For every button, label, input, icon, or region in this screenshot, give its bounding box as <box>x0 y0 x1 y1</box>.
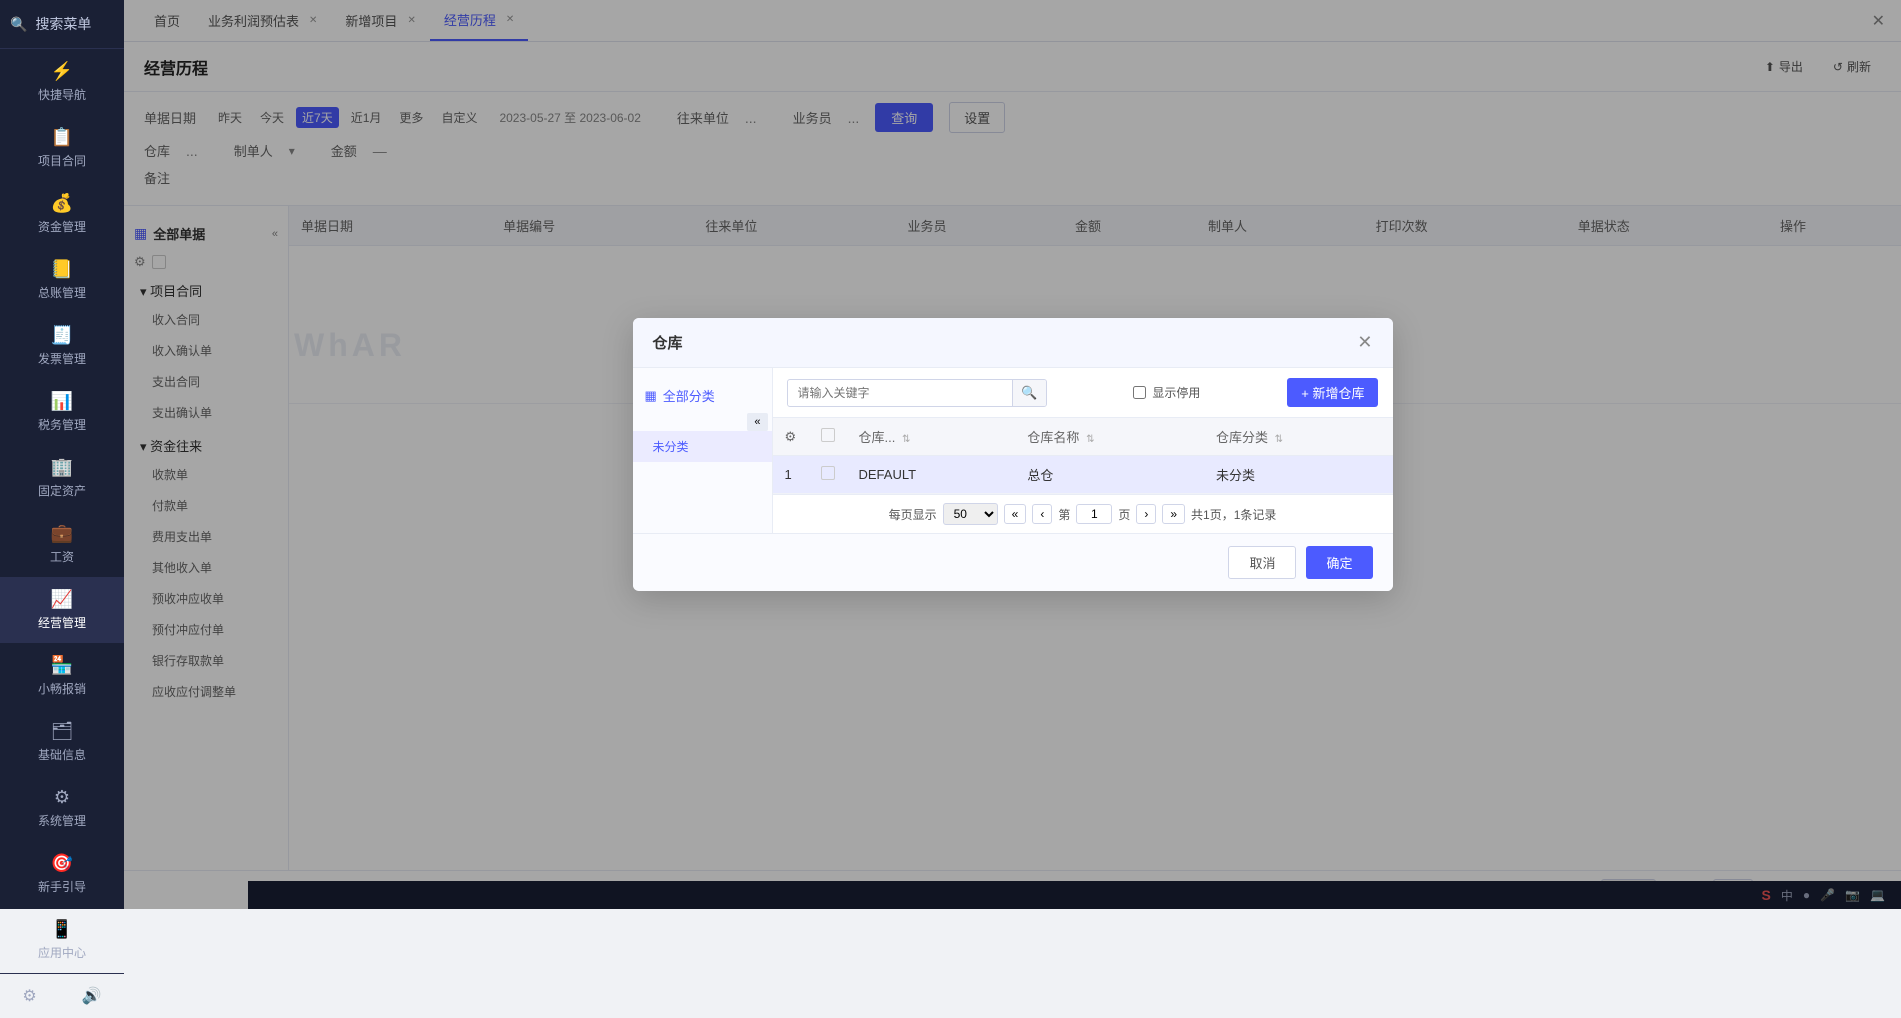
fund-management-icon: 💰 <box>51 193 73 214</box>
modal-search-wrap: 🔍 <box>787 379 1047 407</box>
modal-left-panel: ▦ 全部分类 « 未分类 <box>633 368 773 533</box>
modal-page-next[interactable]: › <box>1136 504 1156 524</box>
collapse-modal-left-btn[interactable]: « <box>747 413 767 431</box>
operations-mgmt-icon: 📈 <box>51 589 73 610</box>
modal-table: ⚙ 仓库... ⇅ <box>773 418 1393 494</box>
cancel-button[interactable]: 取消 <box>1228 546 1296 579</box>
modal-col-category: 仓库分类 ⇅ <box>1204 418 1393 456</box>
modal-body: ▦ 全部分类 « 未分类 🔍 <box>633 368 1393 533</box>
sidebar: 🔍 搜索菜单 ⚡ 快捷导航 📋 项目合同 💰 资金管理 📒 总账管理 🧾 发票管… <box>0 0 124 909</box>
modal-per-page-label: 每页显示 <box>889 506 937 523</box>
fixed-assets-icon: 🏢 <box>51 457 73 478</box>
row-checkbox-1[interactable] <box>821 466 835 480</box>
sidebar-item-project-contract[interactable]: 📋 项目合同 <box>0 115 124 181</box>
confirm-button[interactable]: 确定 <box>1306 546 1372 579</box>
row-category: 未分类 <box>1204 456 1393 494</box>
modal-total-text: 共1页，1条记录 <box>1191 506 1276 523</box>
sort-icon-code[interactable]: ⇅ <box>902 434 910 445</box>
row-num: 1 <box>773 456 809 494</box>
app-center-icon: 📱 <box>51 919 73 940</box>
modal-footer: 取消 确定 <box>633 533 1393 591</box>
modal-pagination: 每页显示 50 100 « ‹ 第 页 › » 共1页，1条记录 <box>773 494 1393 533</box>
sort-icon-category[interactable]: ⇅ <box>1275 434 1283 445</box>
payroll-icon: 💼 <box>51 523 73 544</box>
quick-nav-icon: ⚡ <box>51 61 73 82</box>
sidebar-item-newcomer-guide[interactable]: 🎯 新手引导 <box>0 841 124 907</box>
modal-search-input[interactable] <box>788 381 1013 405</box>
newcomer-guide-icon: 🎯 <box>51 853 73 874</box>
row-check[interactable] <box>809 456 847 494</box>
modal-close-button[interactable]: ✕ <box>1357 332 1372 353</box>
modal-page-first[interactable]: « <box>1004 504 1027 524</box>
basic-info-icon: 🗂 <box>51 721 74 742</box>
sidebar-bottom: ⚙ 🔊 <box>0 973 124 1018</box>
modal-col-name: 仓库名称 ⇅ <box>1015 418 1204 456</box>
show-disabled-label: 显示停用 <box>1152 384 1200 401</box>
modal-table-wrap: ⚙ 仓库... ⇅ <box>773 418 1393 494</box>
settings-icon[interactable]: ⚙ <box>22 986 36 1006</box>
table-row[interactable]: 1 DEFAULT 总仓 未分类 <box>773 456 1393 494</box>
row-name: 总仓 <box>1015 456 1204 494</box>
modal-page-prev[interactable]: ‹ <box>1032 504 1052 524</box>
modal-page-input[interactable] <box>1076 504 1112 524</box>
sidebar-search[interactable]: 🔍 搜索菜单 <box>0 0 124 49</box>
modal-table-header-row: ⚙ 仓库... ⇅ <box>773 418 1393 456</box>
modal-all-categories[interactable]: ▦ 全部分类 <box>633 378 772 413</box>
grid-icon-modal: ▦ <box>645 388 657 404</box>
modal-overlay: 仓库 ✕ ▦ 全部分类 « 未分类 <box>124 0 1901 909</box>
main-content: 首页 业务利润预估表 ✕ 新增项目 ✕ 经营历程 ✕ ✕ 经营历程 ⬆ 导出 ↺… <box>124 0 1901 909</box>
modal-toolbar: 🔍 显示停用 + 新增仓库 <box>773 368 1393 418</box>
gear-icon-table: ⚙ <box>785 429 797 444</box>
invoice-management-icon: 🧾 <box>51 325 73 346</box>
sidebar-item-payroll[interactable]: 💼 工资 <box>0 511 124 577</box>
modal-col-check <box>809 418 847 456</box>
sidebar-item-basic-info[interactable]: 🗂 基础信息 <box>0 709 124 775</box>
select-all-checkbox[interactable] <box>821 428 835 442</box>
sidebar-item-quick-nav[interactable]: ⚡ 快捷导航 <box>0 49 124 115</box>
show-disabled-checkbox[interactable] <box>1133 386 1146 399</box>
modal-search-button[interactable]: 🔍 <box>1012 380 1045 406</box>
modal-page-last[interactable]: » <box>1162 504 1185 524</box>
modal-per-page-select[interactable]: 50 100 <box>943 503 998 525</box>
modal-left-item-uncategorized[interactable]: 未分类 <box>633 431 772 462</box>
add-warehouse-button[interactable]: + 新增仓库 <box>1287 378 1378 407</box>
sidebar-item-fund-management[interactable]: 💰 资金管理 <box>0 181 124 247</box>
sidebar-item-operations-mgmt[interactable]: 📈 经营管理 <box>0 577 124 643</box>
sidebar-item-system-mgmt[interactable]: ⚙ 系统管理 <box>0 775 124 841</box>
system-mgmt-icon: ⚙ <box>54 787 70 808</box>
sidebar-item-fixed-assets[interactable]: 🏢 固定资产 <box>0 445 124 511</box>
ledger-management-icon: 📒 <box>51 259 73 280</box>
sort-icon-name[interactable]: ⇅ <box>1086 434 1094 445</box>
tax-management-icon: 📊 <box>51 391 73 412</box>
modal-right-panel: 🔍 显示停用 + 新增仓库 <box>773 368 1393 533</box>
show-disabled-wrap: 显示停用 <box>1133 384 1200 401</box>
sidebar-item-ledger-management[interactable]: 📒 总账管理 <box>0 247 124 313</box>
sidebar-item-xiaochang-sales[interactable]: 🏪 小畅报销 <box>0 643 124 709</box>
project-contract-icon: 📋 <box>51 127 73 148</box>
modal-col-code: 仓库... ⇅ <box>847 418 1016 456</box>
search-icon: 🔍 <box>10 16 27 33</box>
modal-title: 仓库 <box>653 332 683 353</box>
xiaochang-sales-icon: 🏪 <box>51 655 73 676</box>
modal-page-suffix: 页 <box>1118 506 1130 523</box>
sidebar-item-tax-management[interactable]: 📊 税务管理 <box>0 379 124 445</box>
warehouse-modal: 仓库 ✕ ▦ 全部分类 « 未分类 <box>633 318 1393 591</box>
volume-icon[interactable]: 🔊 <box>82 986 102 1006</box>
modal-header: 仓库 ✕ <box>633 318 1393 368</box>
modal-col-gear: ⚙ <box>773 418 809 456</box>
sidebar-item-invoice-management[interactable]: 🧾 发票管理 <box>0 313 124 379</box>
sidebar-item-app-center[interactable]: 📱 应用中心 <box>0 907 124 973</box>
row-code: DEFAULT <box>847 456 1016 494</box>
modal-page-label: 第 <box>1058 506 1070 523</box>
